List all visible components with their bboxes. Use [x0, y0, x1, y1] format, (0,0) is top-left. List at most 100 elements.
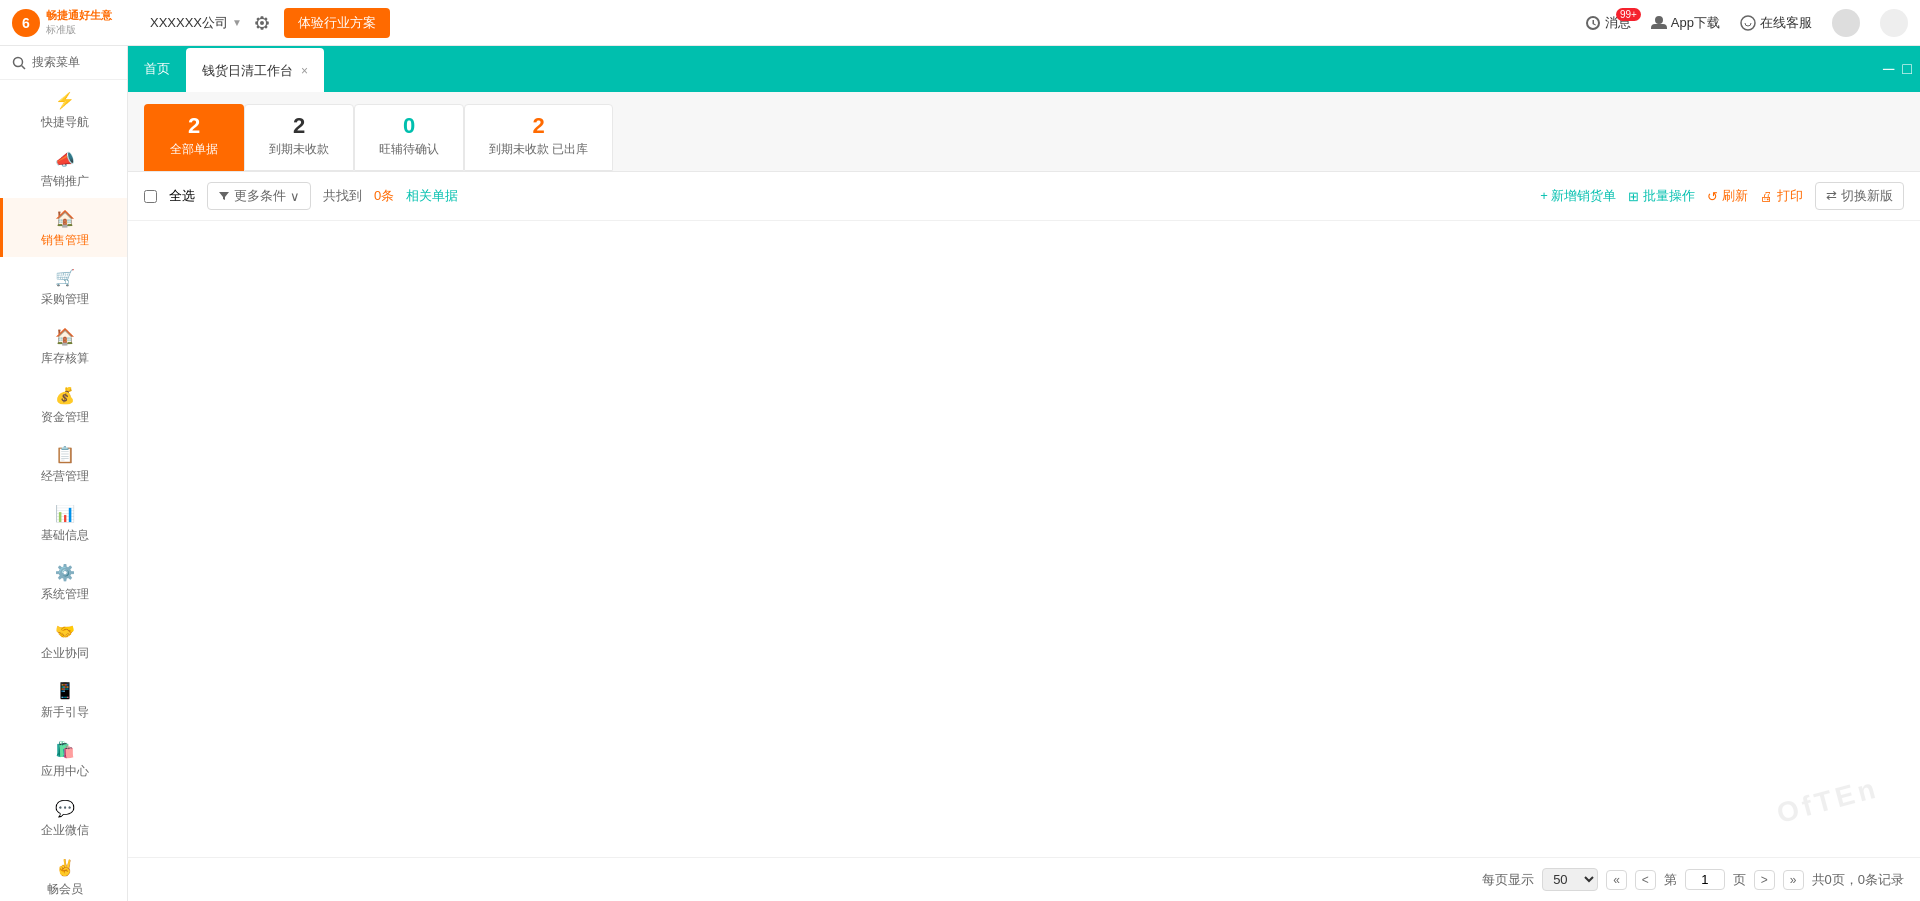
select-all-checkbox[interactable]: [144, 190, 157, 203]
content-area: 首页 钱货日清工作台 × ─ □ 2 全部单据 2 到期未收款: [128, 46, 1920, 901]
search-menu-label: 搜索菜单: [32, 54, 80, 71]
sidebar-label-appstore: 应用中心: [41, 763, 89, 780]
sidebar-item-guide[interactable]: 📱 新手引导: [0, 670, 127, 729]
sidebar-item-inventory[interactable]: 🏠 库存核算: [0, 316, 127, 375]
main-layout: 搜索菜单 ⚡ 快捷导航 📣 营销推广 🏠 销售管理 🛒 采购管理 🏠 库存核算 …: [0, 46, 1920, 901]
sidebar-item-wechat[interactable]: 💬 企业微信: [0, 788, 127, 847]
logo-icon: 6: [12, 9, 40, 37]
stat-num-all: 2: [188, 113, 200, 139]
sidebar-item-basic[interactable]: 📊 基础信息: [0, 493, 127, 552]
sidebar-label-sales: 销售管理: [41, 232, 89, 249]
avatar-extra[interactable]: [1880, 9, 1908, 37]
stats-tabs: 2 全部单据 2 到期未收款 0 旺辅待确认 2 到期未收款 已出库: [128, 92, 1920, 172]
finance-icon: 💰: [55, 385, 75, 405]
sidebar-label-system: 系统管理: [41, 586, 89, 603]
tab-bar-right: ─ □: [1883, 60, 1920, 78]
stat-tab-all[interactable]: 2 全部单据: [144, 104, 244, 171]
search-menu-item[interactable]: 搜索菜单: [0, 46, 127, 80]
batch-icon: ⊞: [1628, 189, 1639, 204]
found-text: 共找到: [323, 187, 362, 205]
guide-icon: 📱: [55, 680, 75, 700]
header-right: 消息 99+ App下载 在线客服: [1585, 9, 1908, 37]
first-page-btn[interactable]: «: [1606, 870, 1627, 890]
svg-point-1: [14, 57, 23, 66]
tab-active[interactable]: 钱货日清工作台 ×: [186, 48, 324, 94]
switch-label: 切换新版: [1841, 188, 1893, 203]
batch-btn[interactable]: ⊞ 批量操作: [1628, 187, 1695, 205]
total-text: 共0页，0条记录: [1812, 871, 1904, 889]
stat-tab-unshipped[interactable]: 2 到期未收款 已出库: [464, 104, 613, 171]
tab-home[interactable]: 首页: [128, 46, 186, 92]
sidebar-item-system[interactable]: ⚙️ 系统管理: [0, 552, 127, 611]
top-header: 6 畅捷通好生意 标准版 XXXXXX公司 ▼ 体验行业方案 消息 99+ Ap…: [0, 0, 1920, 46]
wechat-icon: 💬: [55, 798, 75, 818]
refresh-btn[interactable]: ↺ 刷新: [1707, 187, 1748, 205]
print-btn[interactable]: 🖨 打印: [1760, 187, 1803, 205]
stat-tab-wangwang[interactable]: 0 旺辅待确认: [354, 104, 464, 171]
tab-close-icon[interactable]: ×: [301, 64, 308, 78]
sidebar-label-operation: 经营管理: [41, 468, 89, 485]
stat-tab-overdue[interactable]: 2 到期未收款: [244, 104, 354, 171]
last-page-btn[interactable]: »: [1783, 870, 1804, 890]
sidebar-label-quick-nav: 快捷导航: [41, 114, 89, 131]
filter-btn-label: 更多条件: [234, 187, 286, 205]
sidebar-label-purchase: 采购管理: [41, 291, 89, 308]
page-content: 2 全部单据 2 到期未收款 0 旺辅待确认 2 到期未收款 已出库: [128, 92, 1920, 901]
select-all-label: 全选: [169, 187, 195, 205]
stat-num-wangwang: 0: [403, 113, 415, 139]
new-sale-button[interactable]: + 新增销货单: [1540, 187, 1616, 205]
sidebar-item-member[interactable]: ✌ 畅会员: [0, 847, 127, 901]
switch-icon: ⇄: [1826, 188, 1837, 203]
online-service-btn[interactable]: 在线客服: [1740, 14, 1812, 32]
sidebar-item-purchase[interactable]: 🛒 采购管理: [0, 257, 127, 316]
tab-minimize-btn[interactable]: ─: [1883, 60, 1894, 78]
stat-num-unshipped: 2: [533, 113, 545, 139]
sales-icon: 🏠: [55, 208, 75, 228]
logo-area: 6 畅捷通好生意 标准版: [12, 8, 140, 37]
quick-nav-icon: ⚡: [55, 90, 75, 110]
print-label: 打印: [1777, 187, 1803, 205]
page-input[interactable]: [1685, 869, 1725, 890]
filter-button[interactable]: 更多条件 ∨: [207, 182, 311, 210]
marketing-icon: 📣: [55, 149, 75, 169]
logo-text: 畅捷通好生意 标准版: [46, 8, 112, 37]
app-download-btn[interactable]: App下载: [1651, 14, 1720, 32]
sidebar-label-guide: 新手引导: [41, 704, 89, 721]
company-selector[interactable]: XXXXXX公司 ▼: [150, 14, 242, 32]
sidebar-item-cooperation[interactable]: 🤝 企业协同: [0, 611, 127, 670]
sidebar-item-appstore[interactable]: 🛍️ 应用中心: [0, 729, 127, 788]
prev-page-btn[interactable]: <: [1635, 870, 1656, 890]
stat-label-overdue: 到期未收款: [269, 141, 329, 158]
svg-line-2: [22, 65, 26, 69]
sidebar-item-operation[interactable]: 📋 经营管理: [0, 434, 127, 493]
watermark: OfTEn: [1774, 772, 1883, 830]
refresh-icon: ↺: [1707, 189, 1718, 204]
cooperation-icon: 🤝: [55, 621, 75, 641]
page-label: 页: [1733, 871, 1746, 889]
sidebar-item-sales[interactable]: 🏠 销售管理: [0, 198, 127, 257]
next-page-btn[interactable]: >: [1754, 870, 1775, 890]
avatar[interactable]: [1832, 9, 1860, 37]
sidebar-label-basic: 基础信息: [41, 527, 89, 544]
page-size-label: 每页显示: [1482, 871, 1534, 889]
sidebar-item-finance[interactable]: 💰 资金管理: [0, 375, 127, 434]
sidebar-label-wechat: 企业微信: [41, 822, 89, 839]
tab-active-label: 钱货日清工作台: [202, 62, 293, 80]
batch-label: 批量操作: [1643, 187, 1695, 205]
refresh-label: 刷新: [1722, 187, 1748, 205]
tab-maximize-btn[interactable]: □: [1902, 60, 1912, 78]
filter-chevron-icon: ∨: [290, 189, 300, 204]
stat-label-wangwang: 旺辅待确认: [379, 141, 439, 158]
purchase-icon: 🛒: [55, 267, 75, 287]
sidebar-label-marketing: 营销推广: [41, 173, 89, 190]
message-badge: 99+: [1616, 8, 1641, 21]
sidebar-label-member: 畅会员: [47, 881, 83, 898]
sidebar-item-quick-nav[interactable]: ⚡ 快捷导航: [0, 80, 127, 139]
message-btn[interactable]: 消息 99+: [1585, 14, 1631, 32]
sidebar-item-marketing[interactable]: 📣 营销推广: [0, 139, 127, 198]
trial-button[interactable]: 体验行业方案: [284, 8, 390, 38]
page-size-select[interactable]: 50 10 20 100: [1542, 868, 1598, 891]
related-link[interactable]: 相关单据: [406, 187, 458, 205]
switch-version-btn[interactable]: ⇄ 切换新版: [1815, 182, 1904, 210]
settings-icon[interactable]: [250, 11, 274, 35]
